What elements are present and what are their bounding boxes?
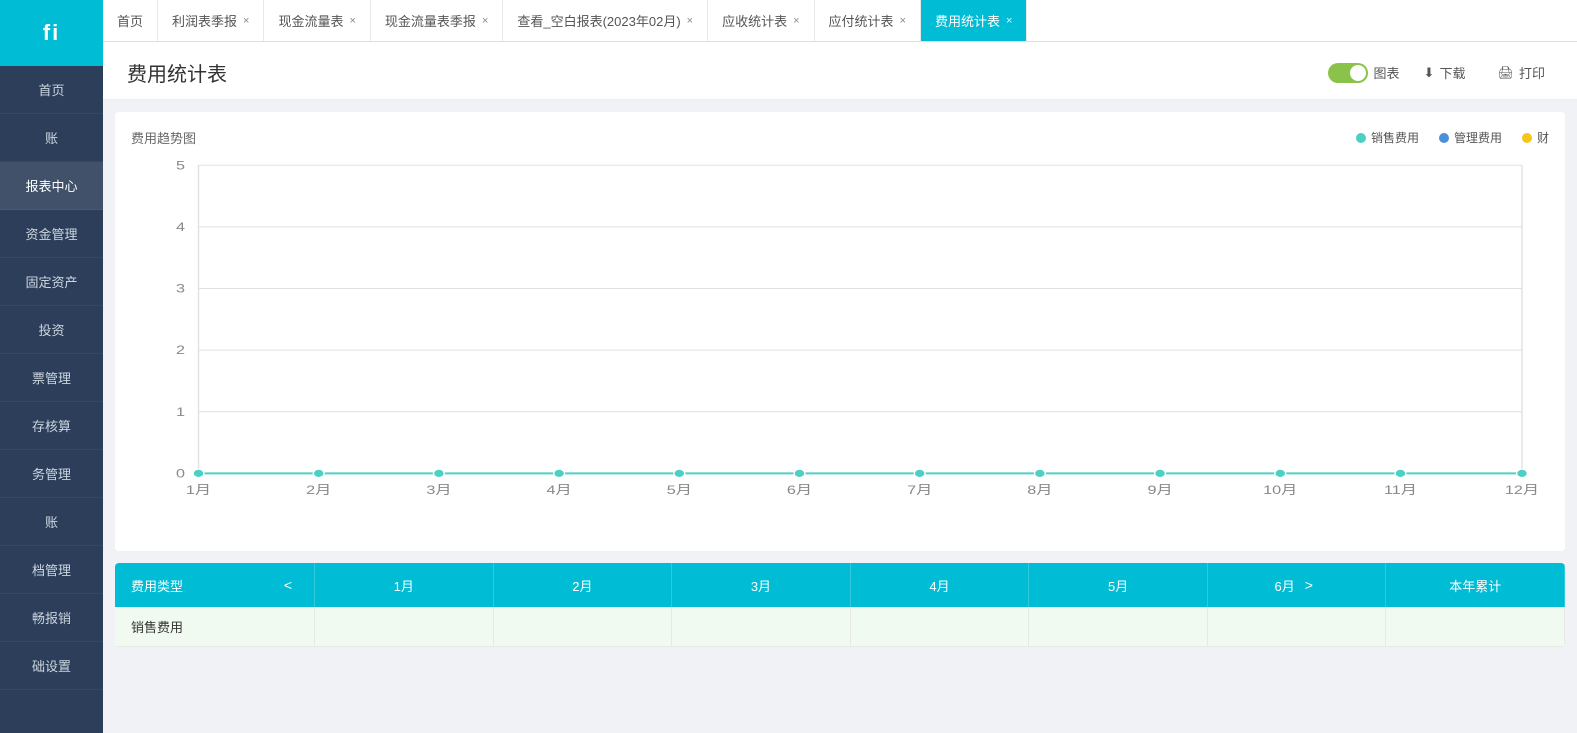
print-button[interactable]: 🖨 打印 [1489, 59, 1553, 86]
svg-text:8月: 8月 [1027, 484, 1052, 498]
svg-text:1: 1 [176, 406, 185, 420]
svg-text:1月: 1月 [186, 484, 211, 498]
legend-finance: 财 [1522, 129, 1549, 146]
th-type: 费用类型 < [115, 563, 315, 607]
th-may: 5月 [1029, 563, 1208, 607]
svg-text:2月: 2月 [306, 484, 331, 498]
td-may [1029, 607, 1208, 646]
page-content: 费用统计表 图表 ⬇ 下载 🖨 打印 费用趋势图 [103, 42, 1577, 733]
sidebar-item-settings[interactable]: 础设置 [0, 642, 103, 690]
td-jun [1208, 607, 1387, 646]
svg-text:0: 0 [176, 467, 185, 481]
line-chart-svg: 0 1 2 3 4 5 1月 2月 3月 4月 5月 6月 7月 8月 9 [131, 155, 1549, 535]
main-content: 首页 利润表季报 × 现金流量表 × 现金流量表季报 × 查看_空白报表(202… [103, 0, 1577, 733]
nav-prev-button[interactable]: < [278, 575, 298, 595]
legend-label-management: 管理费用 [1454, 129, 1502, 146]
svg-text:5: 5 [176, 159, 185, 173]
tab-blank-report[interactable]: 查看_空白报表(2023年02月) × [503, 0, 708, 41]
svg-text:5月: 5月 [667, 484, 692, 498]
sidebar-item-archive[interactable]: 档管理 [0, 546, 103, 594]
table-row: 销售费用 [115, 607, 1565, 647]
td-type: 销售费用 [115, 607, 315, 646]
legend-dot-finance [1522, 133, 1532, 143]
svg-text:7月: 7月 [907, 484, 932, 498]
chart-title: 费用趋势图 [131, 128, 196, 147]
legend-label-sales: 销售费用 [1371, 129, 1419, 146]
close-tab-cashflow-quarterly[interactable]: × [482, 15, 488, 27]
close-tab-cashflow[interactable]: × [349, 15, 355, 27]
sidebar-item-fund-management[interactable]: 资金管理 [0, 210, 103, 258]
tab-bar: 首页 利润表季报 × 现金流量表 × 现金流量表季报 × 查看_空白报表(202… [103, 0, 1577, 42]
svg-text:4: 4 [176, 221, 185, 235]
svg-text:12月: 12月 [1505, 484, 1539, 498]
svg-text:3月: 3月 [426, 484, 451, 498]
th-jan: 1月 [315, 563, 494, 607]
td-feb [494, 607, 673, 646]
sidebar: fi 首页 账 报表中心 资金管理 固定资产 投资 票管理 存核算 务管理 账 … [0, 0, 103, 733]
legend-management: 管理费用 [1439, 129, 1502, 146]
td-jan [315, 607, 494, 646]
download-icon: ⬇ [1424, 65, 1435, 81]
sidebar-item-accounts[interactable]: 账 [0, 114, 103, 162]
td-mar [672, 607, 851, 646]
close-tab-blank-report[interactable]: × [687, 15, 693, 27]
close-tab-payable-stat[interactable]: × [900, 15, 906, 27]
svg-text:10月: 10月 [1263, 484, 1297, 498]
table-header: 费用类型 < 1月 2月 3月 4月 5月 [115, 563, 1565, 607]
legend-dot-sales [1356, 133, 1366, 143]
sidebar-item-fixed-assets[interactable]: 固定资产 [0, 258, 103, 306]
chart-container: 0 1 2 3 4 5 1月 2月 3月 4月 5月 6月 7月 8月 9 [131, 155, 1549, 535]
expense-table: 费用类型 < 1月 2月 3月 4月 5月 [115, 563, 1565, 647]
th-jun: 6月 > [1208, 563, 1387, 607]
table-body: 销售费用 [115, 607, 1565, 647]
tab-cashflow[interactable]: 现金流量表 × [264, 0, 370, 41]
sidebar-item-investment[interactable]: 投资 [0, 306, 103, 354]
sidebar-item-home[interactable]: 首页 [0, 66, 103, 114]
header-actions: 图表 ⬇ 下载 🖨 打印 [1328, 59, 1553, 86]
print-icon: 🖨 [1497, 65, 1514, 81]
th-feb: 2月 [494, 563, 673, 607]
chart-header: 费用趋势图 销售费用 管理费用 财 [131, 128, 1549, 147]
sidebar-item-bill-management[interactable]: 票管理 [0, 354, 103, 402]
page-title: 费用统计表 [127, 58, 227, 87]
close-tab-receivable[interactable]: × [793, 15, 799, 27]
legend-dot-management [1439, 133, 1449, 143]
sidebar-item-payable[interactable]: 账 [0, 498, 103, 546]
sidebar-item-report-center[interactable]: 报表中心 [0, 162, 103, 210]
svg-text:11月: 11月 [1384, 484, 1417, 498]
svg-text:4月: 4月 [547, 484, 572, 498]
th-apr: 4月 [851, 563, 1030, 607]
svg-text:2: 2 [176, 344, 185, 358]
sidebar-item-inventory[interactable]: 存核算 [0, 402, 103, 450]
tab-payable-stat[interactable]: 应付统计表 × [815, 0, 921, 41]
close-tab-expense-stat[interactable]: × [1006, 15, 1012, 27]
tab-receivable[interactable]: 应收统计表 × [708, 0, 814, 41]
nav-next-button[interactable]: > [1299, 575, 1319, 595]
td-ytd [1386, 607, 1565, 646]
app-logo: fi [0, 0, 103, 66]
svg-text:6月: 6月 [787, 484, 812, 498]
sidebar-item-expense[interactable]: 畅报销 [0, 594, 103, 642]
th-mar: 3月 [672, 563, 851, 607]
download-button[interactable]: ⬇ 下载 [1416, 59, 1474, 86]
svg-text:3: 3 [176, 282, 185, 296]
td-apr [851, 607, 1030, 646]
sidebar-item-service-management[interactable]: 务管理 [0, 450, 103, 498]
chart-toggle-label: 图表 [1374, 63, 1400, 82]
chart-toggle[interactable] [1328, 63, 1368, 83]
chart-legend: 销售费用 管理费用 财 [1356, 129, 1549, 146]
tab-profit-quarterly[interactable]: 利润表季报 × [158, 0, 264, 41]
legend-sales: 销售费用 [1356, 129, 1419, 146]
chart-section: 费用趋势图 销售费用 管理费用 财 [115, 112, 1565, 551]
legend-label-finance: 财 [1537, 129, 1549, 146]
tab-home[interactable]: 首页 [103, 0, 158, 41]
page-header: 费用统计表 图表 ⬇ 下载 🖨 打印 [103, 42, 1577, 100]
svg-text:9月: 9月 [1147, 484, 1172, 498]
chart-toggle-wrap: 图表 [1328, 63, 1400, 83]
tab-cashflow-quarterly[interactable]: 现金流量表季报 × [371, 0, 503, 41]
th-ytd: 本年累计 [1386, 563, 1565, 607]
close-tab-profit[interactable]: × [243, 15, 249, 27]
tab-expense-stat[interactable]: 费用统计表 × [921, 0, 1027, 41]
